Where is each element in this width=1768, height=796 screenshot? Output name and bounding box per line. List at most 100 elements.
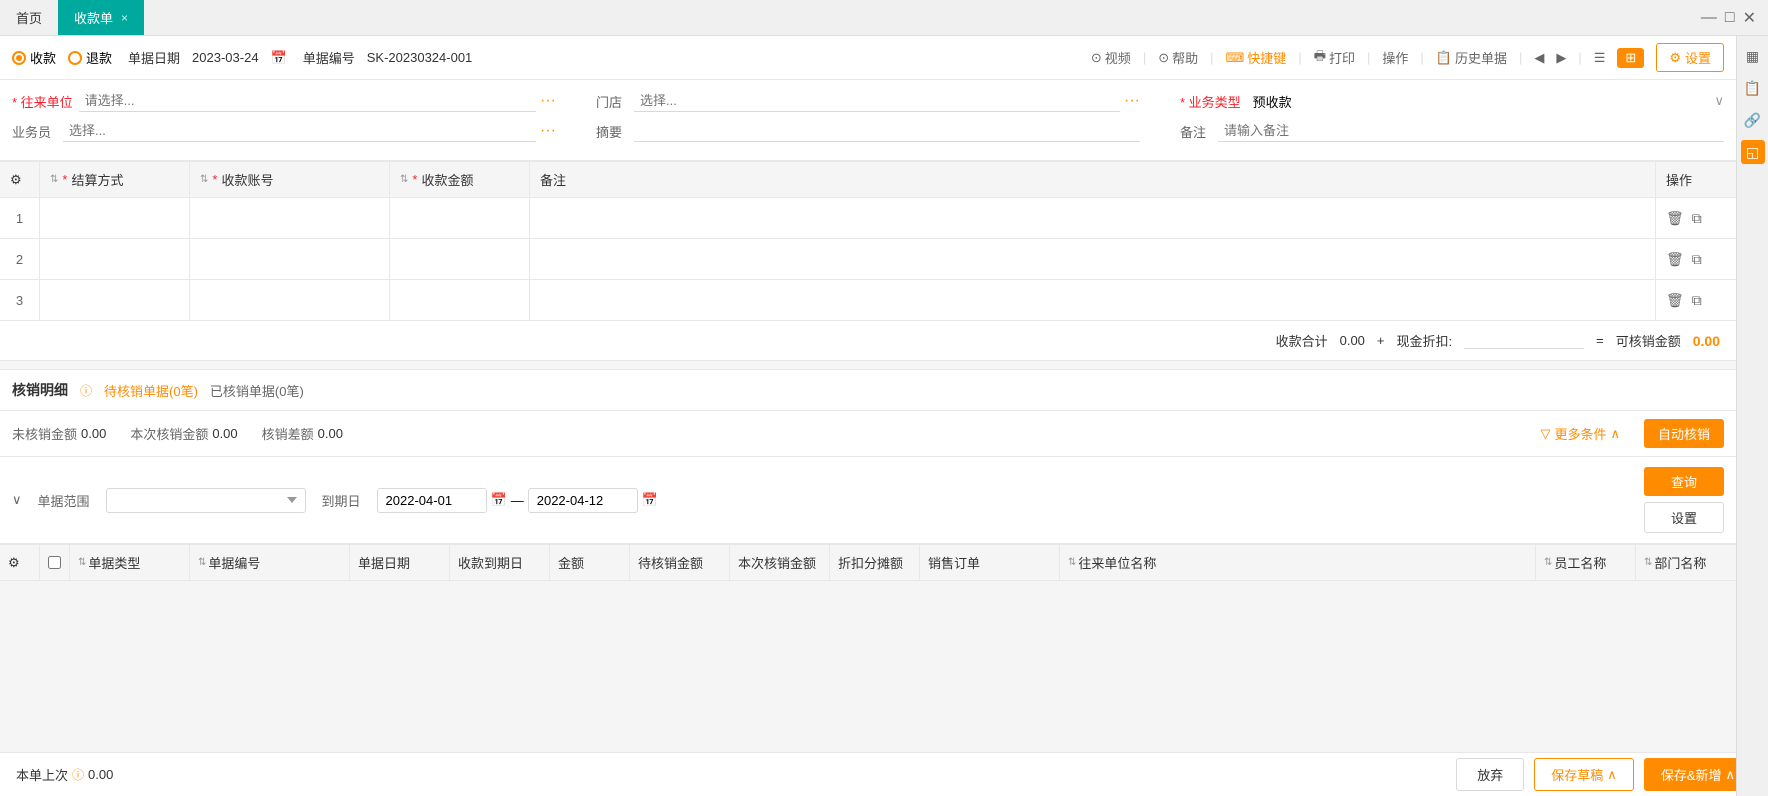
calendar-icon[interactable]: 📅 [271, 50, 287, 66]
list-icon[interactable]: ☰ [1594, 50, 1606, 66]
business-type-chevron[interactable]: ∨ [1714, 93, 1724, 109]
history-btn[interactable]: 📋 历史单据 [1436, 48, 1507, 67]
th-doc-no-label: 单据编号 [208, 553, 260, 572]
remark-input[interactable] [1218, 120, 1724, 142]
sort-staff[interactable]: ⇅ [1544, 557, 1552, 568]
settings-button[interactable]: ⚙ 设置 [1656, 43, 1724, 72]
bottom-info-icon[interactable]: ⓘ [72, 766, 84, 783]
rp-link-icon[interactable]: 🔗 [1741, 108, 1765, 132]
sort-dept[interactable]: ⇅ [1644, 557, 1652, 568]
info-icon[interactable]: ⓘ [80, 382, 92, 399]
tab-close-icon[interactable]: × [121, 11, 128, 25]
td-settlement-3[interactable] [40, 280, 190, 320]
td-num-3: 3 [0, 280, 40, 320]
auto-verification-btn[interactable]: 自动核销 [1644, 419, 1724, 448]
rp-table-icon[interactable]: ▦ [1741, 44, 1765, 68]
store-input[interactable] [634, 90, 1120, 112]
sort-doc-no[interactable]: ⇅ [198, 557, 206, 568]
cal-from-icon[interactable]: 📅 [491, 492, 507, 508]
dth-amount: 金额 [550, 545, 630, 580]
maximize-icon[interactable]: □ [1725, 9, 1735, 27]
select-all-checkbox[interactable] [48, 556, 61, 569]
td-account-1[interactable] [190, 198, 390, 238]
th-counterparty-label: 往来单位名称 [1078, 553, 1156, 572]
discount-input[interactable] [1464, 333, 1584, 349]
sort-icon3[interactable]: ⇅ [400, 174, 408, 185]
operate-btn[interactable]: 操作 [1382, 48, 1408, 67]
video-btn[interactable]: ⊙ 视频 [1091, 48, 1131, 67]
sort-icon[interactable]: ⇅ [50, 174, 58, 185]
close-icon[interactable]: ✕ [1743, 8, 1756, 28]
sort-icon2[interactable]: ⇅ [200, 174, 208, 185]
toolbar-right: ⊙ 视频 | ⊙ 帮助 | ⌨ 快捷键 | 🖶 打印 | 操作 | [1091, 43, 1724, 72]
tab-pending[interactable]: 待核销单据(0笔) [104, 381, 198, 400]
tab-home[interactable]: 首页 [0, 0, 58, 35]
date-from-input[interactable] [377, 488, 487, 513]
help-icon: ⊙ [1158, 50, 1169, 66]
receipt-table: ⚙ ⇅ * 结算方式 ⇅ * 收款账号 ⇅ * 收款金额 备注 操作 [0, 161, 1736, 321]
arrow-left-icon[interactable]: ◀ [1534, 50, 1544, 66]
gear-icon: ⚙ [10, 172, 22, 188]
delete-icon-3[interactable]: 🗑 [1666, 292, 1684, 309]
staff-input[interactable] [63, 120, 536, 142]
counterparty-input[interactable] [79, 90, 536, 112]
store-more-icon[interactable]: ··· [1124, 92, 1140, 110]
table-header: ⚙ ⇅ * 结算方式 ⇅ * 收款账号 ⇅ * 收款金额 备注 操作 [0, 161, 1736, 198]
td-settlement-1[interactable] [40, 198, 190, 238]
td-account-2[interactable] [190, 239, 390, 279]
date-dash: — [511, 493, 524, 508]
sort-counterparty[interactable]: ⇅ [1068, 557, 1076, 568]
query-button[interactable]: 查询 [1644, 467, 1724, 496]
section-title: 核销明细 [12, 380, 68, 400]
copy-icon-2[interactable]: ⧉ [1692, 251, 1702, 268]
radio-receipt[interactable]: 收款 [12, 48, 56, 67]
td-amount-2[interactable] [390, 239, 530, 279]
minimize-icon[interactable]: — [1701, 9, 1717, 27]
form-row-2: 业务员 ··· 摘要 备注 [12, 120, 1724, 142]
chevron-up-icon: ∧ [1610, 426, 1620, 442]
staff-more-icon[interactable]: ··· [540, 122, 556, 140]
delete-icon-2[interactable]: 🗑 [1666, 251, 1684, 268]
main-content: 收款 退款 单据日期 2023-03-24 📅 单据编号 SK-20230324… [0, 36, 1736, 631]
td-remark-1[interactable] [530, 198, 1656, 238]
arrow-right-icon[interactable]: ▶ [1556, 50, 1566, 66]
more-conditions-btn[interactable]: ▽ 更多条件 ∧ [1540, 424, 1620, 443]
help-btn[interactable]: ⊙ 帮助 [1158, 48, 1198, 67]
grid-icon[interactable]: ⊞ [1617, 48, 1644, 68]
radio-refund[interactable]: 退款 [68, 48, 112, 67]
td-amount-3[interactable] [390, 280, 530, 320]
date-to-input[interactable] [528, 488, 638, 513]
summary-input[interactable] [634, 120, 1140, 142]
save-draft-button[interactable]: 保存草稿 ∧ [1534, 758, 1634, 791]
shortcut-btn[interactable]: ⌨ 快捷键 [1226, 48, 1287, 67]
th-amount-label: 金额 [558, 553, 584, 572]
remark-field: 备注 [1180, 120, 1724, 142]
action-icons-3: 🗑 ⧉ [1666, 292, 1702, 309]
rp-expand-icon[interactable]: ◱ [1741, 140, 1765, 164]
dth-check[interactable] [40, 545, 70, 580]
cal-to-icon[interactable]: 📅 [642, 492, 658, 508]
th-remark-label: 备注 [540, 170, 566, 189]
td-remark-3[interactable] [530, 280, 1656, 320]
scope-select[interactable] [106, 488, 306, 513]
th-dept-label: 部门名称 [1654, 553, 1706, 572]
td-amount-1[interactable] [390, 198, 530, 238]
dth-gear[interactable]: ⚙ [0, 545, 40, 580]
abandon-button[interactable]: 放弃 [1456, 758, 1524, 791]
delete-icon-1[interactable]: 🗑 [1666, 210, 1684, 227]
tab-done[interactable]: 已核销单据(0笔) [210, 381, 304, 400]
print-btn[interactable]: 🖶 打印 [1314, 47, 1355, 69]
td-account-3[interactable] [190, 280, 390, 320]
dth-doc-date: 单据日期 [350, 545, 450, 580]
rp-doc-icon[interactable]: 📋 [1741, 76, 1765, 100]
set-button[interactable]: 设置 [1644, 502, 1724, 533]
td-settlement-2[interactable] [40, 239, 190, 279]
copy-icon-1[interactable]: ⧉ [1692, 210, 1702, 227]
th-settings[interactable]: ⚙ [0, 162, 40, 197]
copy-icon-3[interactable]: ⧉ [1692, 292, 1702, 309]
sort-doc-type[interactable]: ⇅ [78, 557, 86, 568]
td-remark-2[interactable] [530, 239, 1656, 279]
receipt-type-group: 收款 退款 [12, 48, 112, 67]
counterparty-more-icon[interactable]: ··· [540, 92, 556, 110]
tab-receipt[interactable]: 收款单 × [58, 0, 144, 35]
